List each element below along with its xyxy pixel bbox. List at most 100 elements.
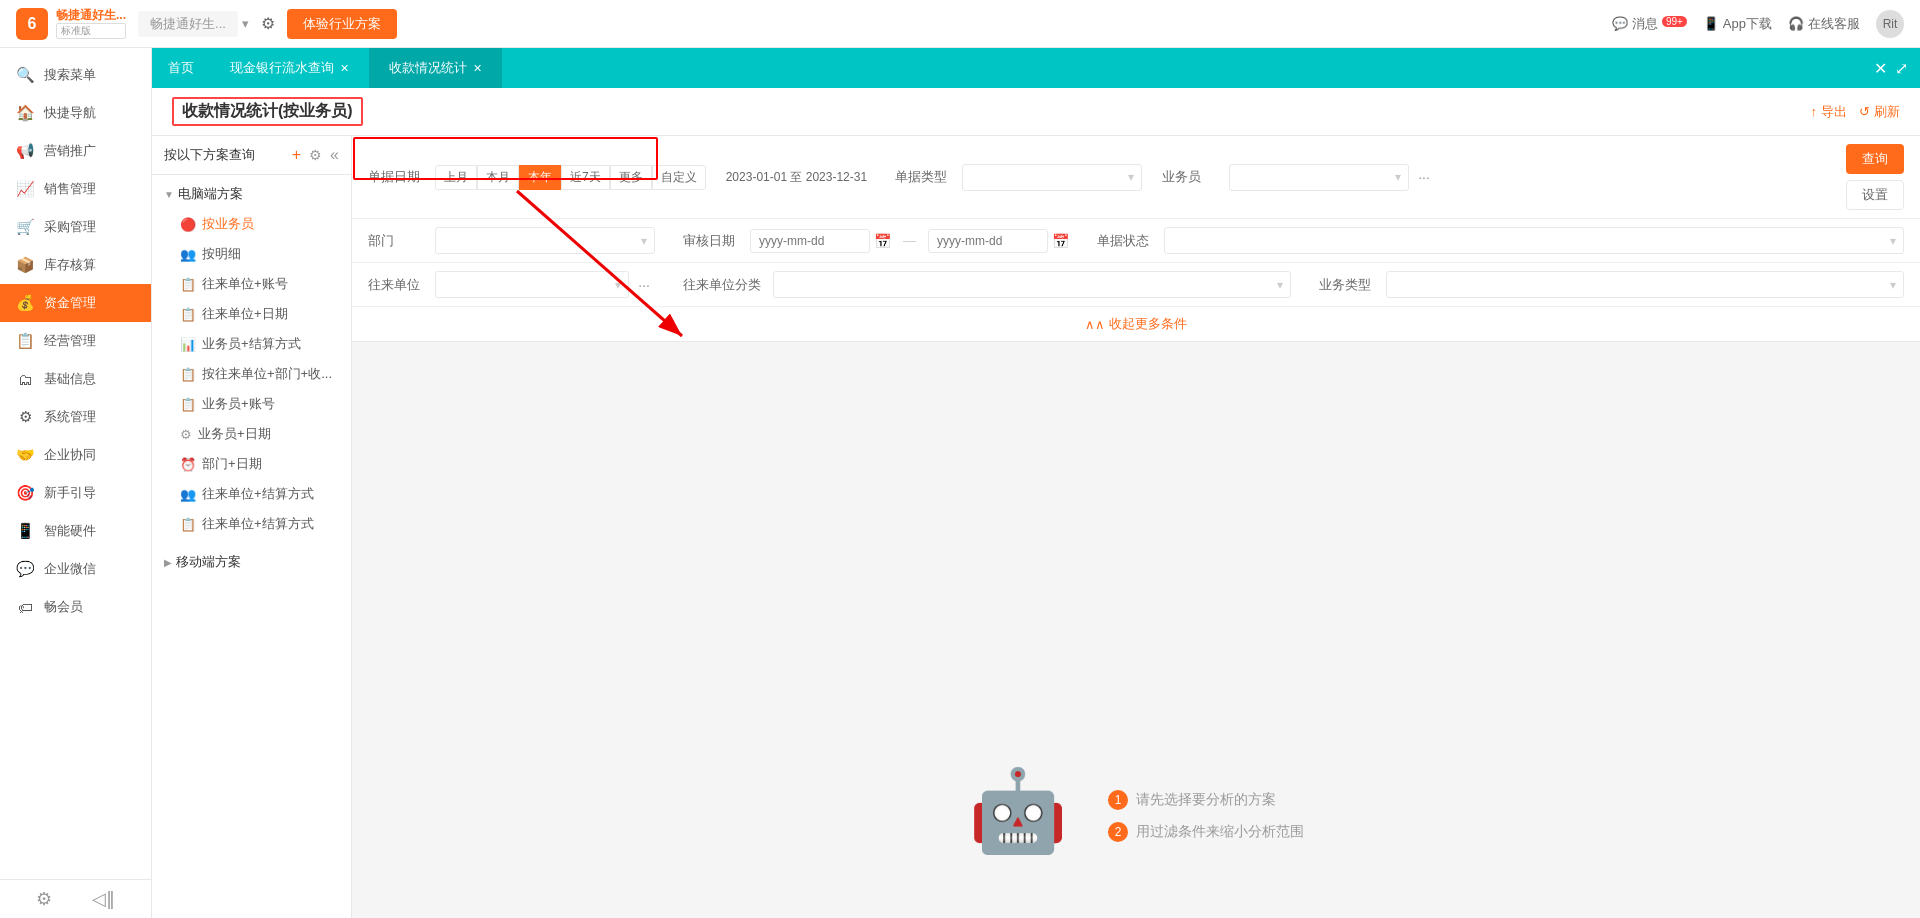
scheme-item-counterpart-account[interactable]: 📋 往来单位+账号	[152, 269, 351, 299]
sidebar-item-search[interactable]: 🔍 搜索菜单	[0, 56, 151, 94]
scheme-group-desktop-header[interactable]: ▼ 电脑端方案	[152, 179, 351, 209]
counterpart-cat-select[interactable]	[773, 271, 1291, 298]
scheme-item-dd-label: 部门+日期	[202, 455, 262, 473]
trial-button[interactable]: 体验行业方案	[287, 9, 397, 39]
tab-expand-icon[interactable]: ⤢	[1895, 59, 1908, 78]
date-tabs-group: 上月 本月 本年 近7天 更多 自定义	[435, 165, 706, 190]
doc-status-select[interactable]	[1164, 227, 1904, 254]
salesman-select-wrap	[1229, 164, 1409, 191]
counterpart-cat-select-wrap	[773, 271, 1291, 298]
collapse-label: 收起更多条件	[1109, 315, 1187, 333]
sidebar-item-member[interactable]: 🏷 畅会员	[0, 588, 151, 626]
sidebar-item-operations[interactable]: 📋 经营管理	[0, 322, 151, 360]
sidebar-item-basic-info[interactable]: 🗂 基础信息	[0, 360, 151, 398]
sidebar-item-hardware[interactable]: 📱 智能硬件	[0, 512, 151, 550]
download-icon: 📱	[1703, 16, 1719, 31]
date-tab-7days[interactable]: 近7天	[561, 165, 610, 190]
counterpart-select-wrap	[435, 271, 629, 298]
counterpart-select[interactable]	[435, 271, 629, 298]
scheme-item-detail[interactable]: 👥 按明细	[152, 239, 351, 269]
scheme-header: 按以下方案查询 + ⚙ «	[152, 136, 351, 175]
scheme-item-cp-settle2[interactable]: 📋 往来单位+结算方式	[152, 509, 351, 539]
app-download-action[interactable]: 📱 App下载	[1703, 15, 1772, 33]
content-area: 首页 现金银行流水查询 ✕ 收款情况统计 ✕ ✕ ⤢ 收款情况统计(按业务员) …	[152, 48, 1920, 918]
salesman-more-button[interactable]: ···	[1413, 164, 1435, 190]
tab-receipts-close[interactable]: ✕	[473, 62, 482, 75]
refresh-action[interactable]: ↺ 刷新	[1859, 103, 1900, 121]
scheme-group-mobile-header[interactable]: ▶ 移动端方案	[152, 547, 351, 577]
online-service-action[interactable]: 🎧 在线客服	[1788, 15, 1860, 33]
scheme-item-cp-settle1[interactable]: 👥 往来单位+结算方式	[152, 479, 351, 509]
tab-receipts-label: 收款情况统计	[389, 59, 467, 77]
wechat-icon: 💬	[16, 560, 34, 578]
sidebar-item-wechat[interactable]: 💬 企业微信	[0, 550, 151, 588]
query-button[interactable]: 查询	[1846, 144, 1904, 174]
scheme-add-button[interactable]: +	[292, 146, 301, 164]
tab-bank-flow[interactable]: 现金银行流水查询 ✕	[210, 48, 369, 88]
scheme-item-sd-icon: ⚙	[180, 427, 192, 442]
scheme-item-salesman-date[interactable]: ⚙ 业务员+日期	[152, 419, 351, 449]
operations-icon: 📋	[16, 332, 34, 350]
scheme-item-counterpart-date[interactable]: 📋 往来单位+日期	[152, 299, 351, 329]
scheme-gear-button[interactable]: ⚙	[309, 147, 322, 163]
sidebar-item-finance[interactable]: 💰 资金管理	[0, 284, 151, 322]
settings-gear-icon[interactable]: ⚙	[261, 14, 275, 33]
date-tab-thisyear[interactable]: 本年	[519, 165, 561, 190]
tab-bank-flow-close[interactable]: ✕	[340, 62, 349, 75]
doc-type-select-wrap	[962, 164, 1142, 191]
scheme-item-by-salesman[interactable]: 🔴 按业务员	[152, 209, 351, 239]
sidebar-item-system[interactable]: ⚙ 系统管理	[0, 398, 151, 436]
scheme-item-counterpart-dept[interactable]: 📋 按往来单位+部门+收...	[152, 359, 351, 389]
sales-icon: 📈	[16, 180, 34, 198]
date-tab-lastmonth[interactable]: 上月	[435, 165, 477, 190]
scheme-item-cd-label: 按往来单位+部门+收...	[202, 365, 332, 383]
scheme-item-salesman-settle[interactable]: 📊 业务员+结算方式	[152, 329, 351, 359]
sidebar-item-sales[interactable]: 📈 销售管理	[0, 170, 151, 208]
mobile-group-label: 移动端方案	[176, 553, 241, 571]
dept-select-wrap	[435, 227, 655, 254]
company-dropdown-icon[interactable]: ▾	[242, 16, 249, 31]
scheme-item-dept-date[interactable]: ⏰ 部门+日期	[152, 449, 351, 479]
date-tab-more[interactable]: 更多	[610, 165, 652, 190]
tip-num-2: 2	[1108, 822, 1128, 842]
user-avatar[interactable]: Rit	[1876, 10, 1904, 38]
tab-bank-flow-label: 现金银行流水查询	[230, 59, 334, 77]
biz-type-label: 业务类型	[1319, 276, 1374, 294]
review-date-from-input[interactable]	[750, 229, 870, 253]
sidebar-item-marketing[interactable]: 📢 营销推广	[0, 132, 151, 170]
tab-home[interactable]: 首页	[152, 48, 210, 88]
sidebar-collapse-icon[interactable]: ◁‖	[92, 888, 115, 910]
messages-action[interactable]: 💬 消息 99+	[1612, 15, 1687, 33]
logo-area: 6 畅捷通好生... 标准版	[16, 8, 126, 40]
export-action[interactable]: ↑ 导出	[1811, 103, 1848, 121]
sidebar-settings-icon[interactable]: ⚙	[36, 888, 52, 910]
collapse-button[interactable]: ∧∧ 收起更多条件	[1085, 315, 1187, 333]
date-tab-custom[interactable]: 自定义	[652, 165, 706, 190]
scheme-item-cd-icon: 📋	[180, 367, 196, 382]
sidebar-item-guide[interactable]: 🎯 新手引导	[0, 474, 151, 512]
salesman-select[interactable]	[1229, 164, 1409, 191]
review-date-from-calendar-icon[interactable]: 📅	[874, 233, 891, 249]
sidebar-item-nav[interactable]: 🏠 快捷导航	[0, 94, 151, 132]
desktop-group-label: 电脑端方案	[178, 185, 243, 203]
sidebar-item-collab[interactable]: 🤝 企业协同	[0, 436, 151, 474]
settings-button[interactable]: 设置	[1846, 180, 1904, 210]
doc-status-label: 单据状态	[1097, 232, 1152, 250]
company-selector[interactable]: 畅捷通好生... ▾	[138, 11, 249, 37]
dept-select[interactable]	[435, 227, 655, 254]
scheme-item-cps1-label: 往来单位+结算方式	[202, 485, 314, 503]
review-date-to-input[interactable]	[928, 229, 1048, 253]
doc-type-select[interactable]	[962, 164, 1142, 191]
sidebar-item-inventory[interactable]: 📦 库存核算	[0, 246, 151, 284]
scheme-collapse-button[interactable]: «	[330, 146, 339, 164]
tab-close-all-icon[interactable]: ✕	[1874, 59, 1887, 78]
tab-receipts[interactable]: 收款情况统计 ✕	[369, 48, 502, 88]
date-tab-thismonth[interactable]: 本月	[477, 165, 519, 190]
app-logo-icon: 6	[16, 8, 48, 40]
counterpart-more-button[interactable]: ···	[633, 272, 655, 298]
scheme-item-cpd-icon: 📋	[180, 307, 196, 322]
review-date-to-calendar-icon[interactable]: 📅	[1052, 233, 1069, 249]
scheme-item-salesman-account[interactable]: 📋 业务员+账号	[152, 389, 351, 419]
biz-type-select[interactable]	[1386, 271, 1904, 298]
sidebar-item-purchase[interactable]: 🛒 采购管理	[0, 208, 151, 246]
